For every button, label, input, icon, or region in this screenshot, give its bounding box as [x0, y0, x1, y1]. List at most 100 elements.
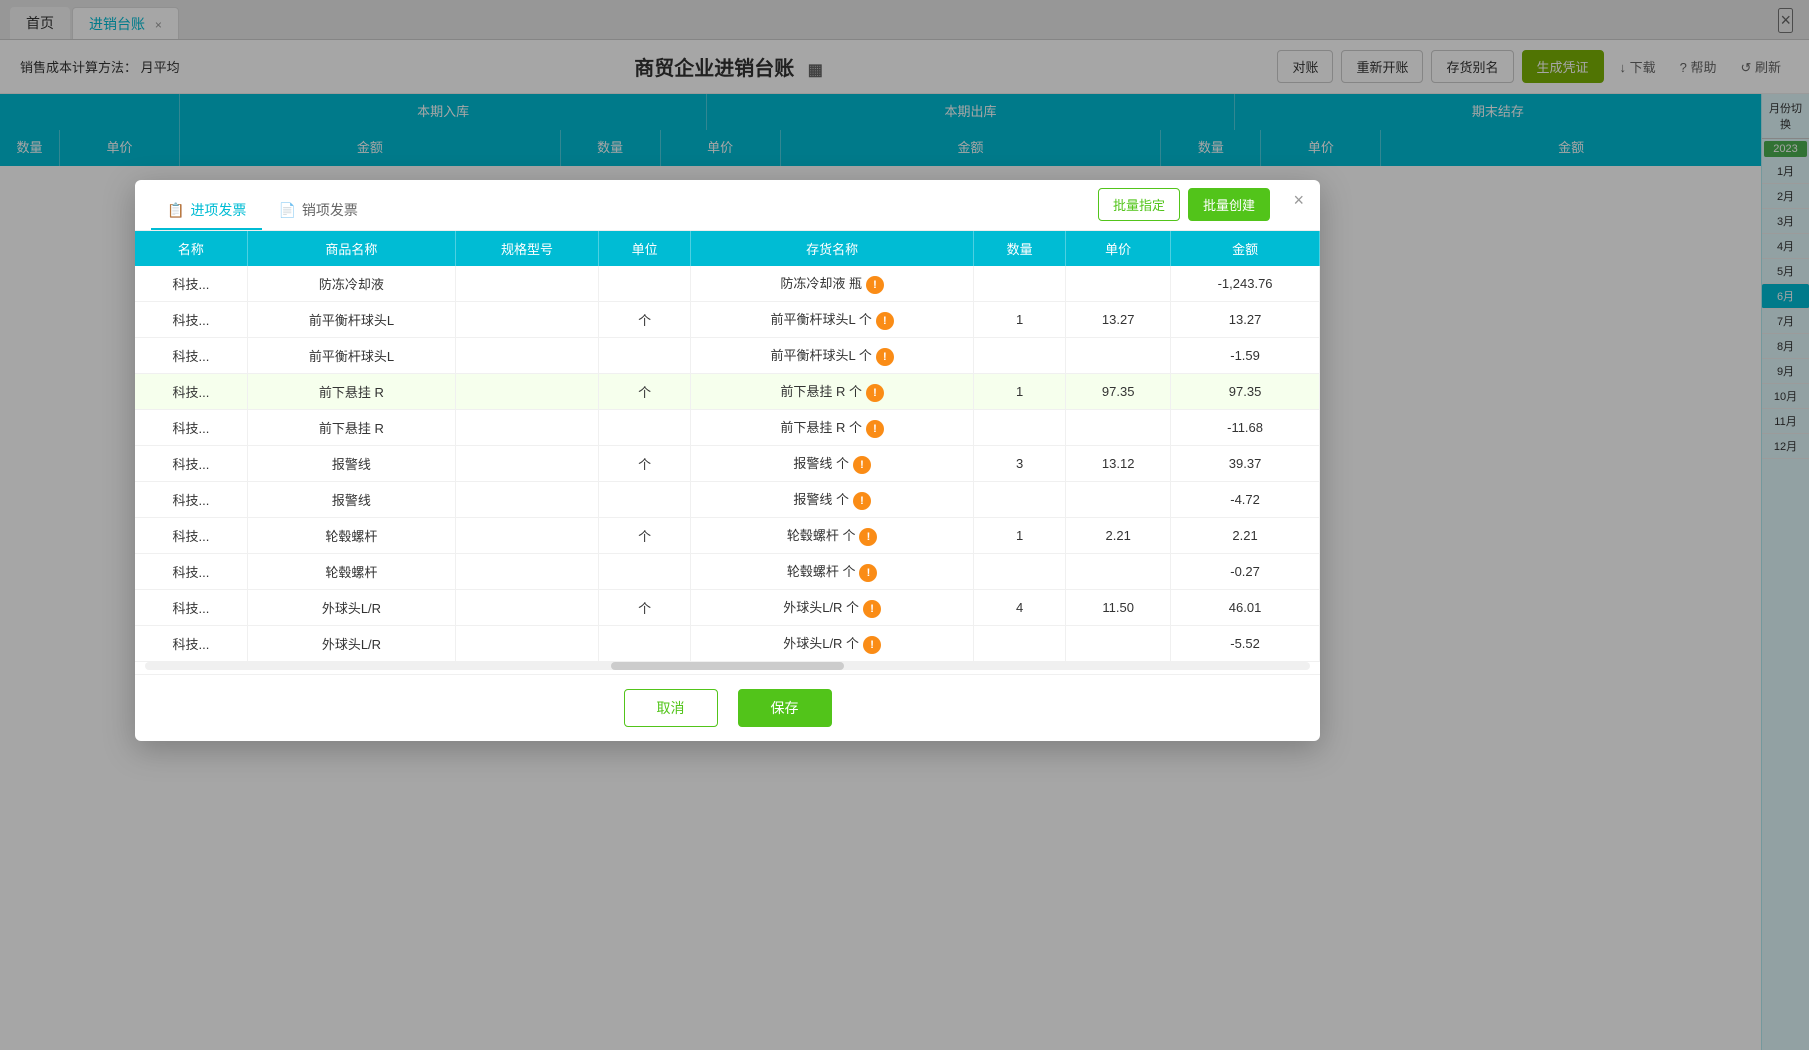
- table-cell: [456, 590, 599, 626]
- table-cell: -4.72: [1171, 482, 1320, 518]
- table-cell: 报警线: [247, 482, 455, 518]
- save-button[interactable]: 保存: [738, 689, 832, 727]
- table-cell: [599, 482, 691, 518]
- col-unit: 单位: [599, 231, 691, 266]
- dialog-footer: 取消 保存: [135, 674, 1320, 741]
- table-cell: 前下悬挂 R: [247, 374, 455, 410]
- table-cell: [456, 374, 599, 410]
- table-cell: -1.59: [1171, 338, 1320, 374]
- tab-sales-invoice[interactable]: 📄 销项发票: [262, 192, 373, 230]
- horizontal-scrollbar[interactable]: [145, 662, 1310, 670]
- dialog-table-wrap: 名称 商品名称 规格型号 单位 存货名称 数量 单价 金额 科技...防冻冷却液…: [135, 231, 1320, 662]
- table-cell: [599, 338, 691, 374]
- batch-designate-button[interactable]: 批量指定: [1098, 188, 1180, 221]
- table-cell: 46.01: [1171, 590, 1320, 626]
- warning-icon: !: [859, 564, 877, 582]
- table-cell: 轮毂螺杆: [247, 518, 455, 554]
- table-cell: [456, 338, 599, 374]
- table-cell: 报警线 个!: [691, 446, 974, 482]
- table-cell: [974, 482, 1066, 518]
- table-cell: 13.27: [1171, 302, 1320, 338]
- table-cell: 科技...: [135, 626, 247, 662]
- table-cell: 防冻冷却液 瓶!: [691, 266, 974, 302]
- table-cell: [599, 626, 691, 662]
- cancel-button[interactable]: 取消: [624, 689, 718, 727]
- table-cell: 个: [599, 518, 691, 554]
- dialog-close-button[interactable]: ×: [1293, 190, 1304, 211]
- table-cell: 报警线 个!: [691, 482, 974, 518]
- table-cell: 科技...: [135, 410, 247, 446]
- table-header-row: 名称 商品名称 规格型号 单位 存货名称 数量 单价 金额: [135, 231, 1320, 266]
- table-cell: 科技...: [135, 554, 247, 590]
- table-row: 科技...前下悬挂 R个前下悬挂 R 个!197.3597.35: [135, 374, 1320, 410]
- table-cell: 2.21: [1066, 518, 1171, 554]
- warning-icon: !: [853, 492, 871, 510]
- table-cell: 科技...: [135, 518, 247, 554]
- col-name: 名称: [135, 231, 247, 266]
- warning-icon: !: [866, 384, 884, 402]
- table-cell: 13.12: [1066, 446, 1171, 482]
- tab-purchase-invoice[interactable]: 📋 进项发票: [151, 192, 262, 230]
- table-cell: 外球头L/R 个!: [691, 590, 974, 626]
- table-cell: 1: [974, 302, 1066, 338]
- warning-icon: !: [866, 276, 884, 294]
- table-cell: [1066, 338, 1171, 374]
- table-row: 科技...前平衡杆球头L个前平衡杆球头L 个!113.2713.27: [135, 302, 1320, 338]
- dialog-header: 📋 进项发票 📄 销项发票 批量指定 批量创建 ×: [135, 180, 1320, 231]
- table-cell: 前平衡杆球头L: [247, 302, 455, 338]
- table-cell: 外球头L/R: [247, 626, 455, 662]
- table-cell: -11.68: [1171, 410, 1320, 446]
- warning-icon: !: [859, 528, 877, 546]
- invoice-dialog: 📋 进项发票 📄 销项发票 批量指定 批量创建 × 名称 商品名称 规格型号 单…: [135, 180, 1320, 741]
- sales-tab-label: 销项发票: [302, 200, 358, 220]
- table-row: 科技...轮毂螺杆 轮毂螺杆 个! -0.27: [135, 554, 1320, 590]
- purchase-tab-label: 进项发票: [190, 200, 246, 220]
- table-cell: 个: [599, 302, 691, 338]
- table-cell: [456, 410, 599, 446]
- table-cell: [1066, 626, 1171, 662]
- table-cell: [456, 266, 599, 302]
- col-price: 单价: [1066, 231, 1171, 266]
- table-cell: -5.52: [1171, 626, 1320, 662]
- table-cell: [974, 626, 1066, 662]
- table-cell: [456, 518, 599, 554]
- table-cell: 前平衡杆球头L: [247, 338, 455, 374]
- table-cell: [456, 626, 599, 662]
- table-row: 科技...前平衡杆球头L前平衡杆球头L 个!-1.59: [135, 338, 1320, 374]
- table-cell: [1066, 410, 1171, 446]
- table-cell: -0.27: [1171, 554, 1320, 590]
- table-cell: 个: [599, 446, 691, 482]
- table-cell: 13.27: [1066, 302, 1171, 338]
- table-cell: 轮毂螺杆 个!: [691, 554, 974, 590]
- table-cell: 4: [974, 590, 1066, 626]
- table-cell: 11.50: [1066, 590, 1171, 626]
- table-cell: [1066, 266, 1171, 302]
- table-row: 科技...轮毂螺杆个轮毂螺杆 个!12.212.21: [135, 518, 1320, 554]
- table-cell: [1066, 482, 1171, 518]
- table-cell: [974, 266, 1066, 302]
- table-cell: 科技...: [135, 338, 247, 374]
- table-row: 科技...报警线报警线 个!-4.72: [135, 482, 1320, 518]
- table-cell: 前下悬挂 R: [247, 410, 455, 446]
- purchase-tab-icon: 📋: [167, 202, 184, 219]
- table-cell: 轮毂螺杆: [247, 554, 455, 590]
- table-cell: 轮毂螺杆 个!: [691, 518, 974, 554]
- table-cell: [599, 410, 691, 446]
- table-cell: 防冻冷却液: [247, 266, 455, 302]
- table-row: 科技...报警线个报警线 个!313.1239.37: [135, 446, 1320, 482]
- warning-icon: !: [863, 636, 881, 654]
- table-cell: 3: [974, 446, 1066, 482]
- table-cell: 97.35: [1066, 374, 1171, 410]
- table-cell: [974, 554, 1066, 590]
- table-cell: 外球头L/R: [247, 590, 455, 626]
- table-cell: 外球头L/R 个!: [691, 626, 974, 662]
- table-cell: 科技...: [135, 590, 247, 626]
- col-inventory: 存货名称: [691, 231, 974, 266]
- table-cell: 科技...: [135, 446, 247, 482]
- table-cell: 39.37: [1171, 446, 1320, 482]
- batch-create-button[interactable]: 批量创建: [1188, 188, 1270, 221]
- table-cell: [456, 554, 599, 590]
- table-cell: [456, 302, 599, 338]
- table-cell: 1: [974, 518, 1066, 554]
- warning-icon: !: [863, 600, 881, 618]
